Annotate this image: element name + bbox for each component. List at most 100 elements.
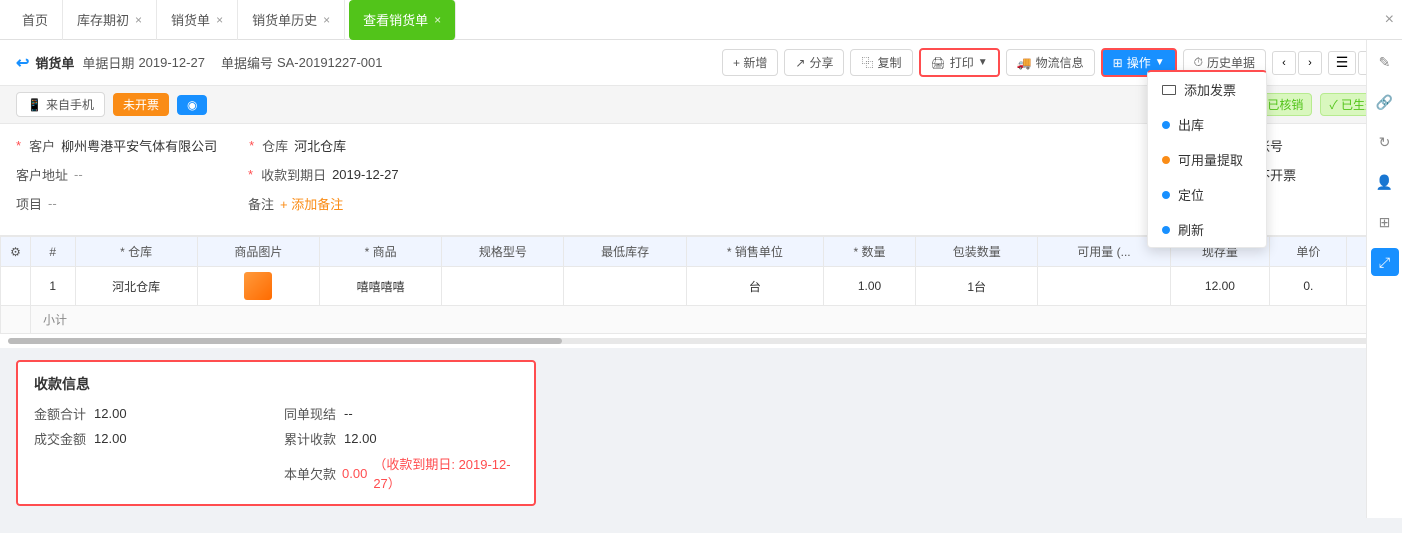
phone-icon: 📱 — [27, 98, 42, 112]
tab-home[interactable]: 首页 — [8, 0, 63, 40]
col-quantity: * 数量 — [823, 237, 915, 267]
add-note-button[interactable]: + 添加备注 — [280, 194, 343, 213]
transaction-row: 成交金额 12.00 — [34, 429, 268, 448]
payment-title: 收款信息 — [34, 374, 518, 394]
payment-grid: 金额合计 12.00 同单现结 -- 成交金额 12.00 累计收款 12.00… — [34, 404, 518, 492]
sidebar-user-icon[interactable]: 👤 — [1371, 168, 1399, 196]
sidebar-link-icon[interactable]: 🔗 — [1371, 88, 1399, 116]
balance-row: 本单欠款 0.00 （收款到期日: 2019-12-27） — [284, 454, 518, 492]
product-image — [244, 272, 272, 300]
row-product[interactable]: 嘻嘻嘻嘻 — [320, 267, 442, 306]
due-date-hint: （收款到期日: 2019-12-27） — [373, 454, 518, 492]
doc-meta-section: 单据日期 2019-12-27 单据编号 SA-20191227-001 — [82, 53, 382, 72]
col-warehouse: * 仓库 — [75, 237, 197, 267]
horizontal-scrollbar[interactable] — [8, 338, 1394, 344]
sidebar-edit-icon[interactable]: ✎ — [1371, 48, 1399, 76]
copy-icon: ⿻ — [861, 54, 873, 71]
tab-sales-history[interactable]: 销货单历史 × — [238, 0, 345, 40]
row-warehouse[interactable]: 河北仓库 — [75, 267, 197, 306]
outbound-dot — [1162, 121, 1170, 129]
share-button[interactable]: ↗ 分享 — [784, 49, 844, 76]
tab-home-label: 首页 — [22, 10, 48, 29]
tab-sales-order-close[interactable]: × — [216, 13, 223, 27]
share-icon: ↗ — [795, 56, 805, 70]
warehouse-field: * 仓库 河北仓库 — [249, 136, 449, 155]
from-phone-button[interactable]: 📱 来自手机 — [16, 92, 105, 117]
operate-dropdown: 添加发票 出库 可用量提取 定位 刷新 — [1147, 70, 1267, 248]
tab-inventory-init-label: 库存期初 — [77, 10, 129, 29]
operate-grid-icon: ⊞ — [1113, 56, 1123, 70]
row-gear[interactable] — [1, 267, 31, 306]
doc-type-label: 销货单 — [35, 53, 74, 72]
right-sidebar: ✎ 🔗 ↻ 👤 ⊞ ⤢ — [1366, 40, 1402, 518]
nav-next-button[interactable]: › — [1298, 51, 1322, 75]
payment-date-field: * 收款到期日 2019-12-27 — [248, 165, 448, 184]
col-gear[interactable]: ⚙ — [1, 237, 31, 267]
not-opened-button[interactable]: 未开票 — [113, 93, 169, 116]
row-stock: 12.00 — [1170, 267, 1270, 306]
check-button[interactable]: ◉ — [177, 95, 207, 115]
table-row: 1 河北仓库 嘻嘻嘻嘻 台 1.00 1台 12.00 0. — [1, 267, 1402, 306]
refresh-dot — [1162, 226, 1170, 234]
doc-title-section: ↩ 销货单 — [16, 53, 74, 73]
dropdown-refresh[interactable]: 刷新 — [1148, 212, 1266, 247]
address-field: 客户地址 -- — [16, 165, 216, 184]
doc-date-label: 单据日期 2019-12-27 — [82, 53, 205, 72]
same-order-row: 同单现结 -- — [284, 404, 518, 423]
locate-dot — [1162, 191, 1170, 199]
sidebar-refresh-icon[interactable]: ↻ — [1371, 128, 1399, 156]
dropdown-locate[interactable]: 定位 — [1148, 177, 1266, 212]
check-circle-effective-icon: ✓ — [1329, 98, 1337, 112]
sidebar-grid-icon[interactable]: ⊞ — [1371, 208, 1399, 236]
dropdown-available-qty[interactable]: 可用量提取 — [1148, 142, 1266, 177]
tab-view-sales-label: 查看销货单 — [363, 10, 428, 29]
row-sales-unit[interactable]: 台 — [686, 267, 823, 306]
tab-view-sales-close[interactable]: × — [434, 13, 441, 27]
tab-inventory-init[interactable]: 库存期初 × — [63, 0, 157, 40]
doc-actions-section: + 新增 ↗ 分享 ⿻ 复制 🖨 打印 ▼ 🚚 物流信息 ⊞ 操作 ▼ — [722, 48, 1386, 77]
project-field: 项目 -- — [16, 194, 216, 213]
payment-section: 收款信息 金额合计 12.00 同单现结 -- 成交金额 12.00 累计收款 … — [16, 360, 536, 506]
nav-prev-button[interactable]: ‹ — [1272, 51, 1296, 75]
note-field: 备注 + 添加备注 — [248, 194, 448, 213]
tab-view-sales[interactable]: 查看销货单 × — [349, 0, 456, 40]
row-pack-qty[interactable]: 1台 — [916, 267, 1038, 306]
dropdown-add-invoice[interactable]: 添加发票 — [1148, 72, 1266, 107]
row-min-stock — [564, 267, 686, 306]
data-table: ⚙ # * 仓库 商品图片 * 商品 规格型号 最低库存 * 销售单位 * 数量… — [0, 236, 1402, 334]
cumulative-row: 累计收款 12.00 — [284, 429, 518, 448]
add-invoice-icon — [1162, 85, 1176, 95]
copy-button[interactable]: ⿻ 复制 — [850, 49, 912, 76]
scroll-thumb — [8, 338, 562, 344]
view-list-button[interactable]: ☰ — [1328, 51, 1356, 75]
tab-inventory-init-close[interactable]: × — [135, 13, 142, 27]
row-unit-price[interactable]: 0. — [1270, 267, 1347, 306]
col-spec: 规格型号 — [442, 237, 564, 267]
col-num: # — [31, 237, 76, 267]
row-num: 1 — [31, 267, 76, 306]
customer-field: * 客户 柳州粤港平安气体有限公司 — [16, 136, 217, 155]
nav-arrows: ‹ › — [1272, 51, 1322, 75]
tab-sales-history-label: 销货单历史 — [252, 10, 317, 29]
row-quantity[interactable]: 1.00 — [823, 267, 915, 306]
amount-total-row: 金额合计 12.00 — [34, 404, 268, 423]
new-button[interactable]: + 新增 — [722, 49, 778, 76]
history-icon: ⏱ — [1194, 55, 1203, 70]
col-pack-qty: 包装数量 — [916, 237, 1038, 267]
logistics-button[interactable]: 🚚 物流信息 — [1006, 49, 1095, 76]
scroll-area[interactable] — [0, 334, 1402, 348]
tab-sales-history-close[interactable]: × — [323, 13, 330, 27]
main-close-button[interactable]: × — [1385, 11, 1394, 29]
print-button[interactable]: 🖨 打印 ▼ — [919, 48, 1000, 77]
subtotal-label: 小计 — [31, 306, 1402, 334]
tab-sales-order[interactable]: 销货单 × — [157, 0, 238, 40]
row-product-img — [197, 267, 319, 306]
available-qty-dot — [1162, 156, 1170, 164]
col-min-stock: 最低库存 — [564, 237, 686, 267]
tab-sales-order-label: 销货单 — [171, 10, 210, 29]
table-section: ⚙ # * 仓库 商品图片 * 商品 规格型号 最低库存 * 销售单位 * 数量… — [0, 236, 1402, 348]
dropdown-outbound[interactable]: 出库 — [1148, 107, 1266, 142]
sidebar-expand-icon[interactable]: ⤢ — [1371, 248, 1399, 276]
col-product-img: 商品图片 — [197, 237, 319, 267]
row-available — [1038, 267, 1170, 306]
